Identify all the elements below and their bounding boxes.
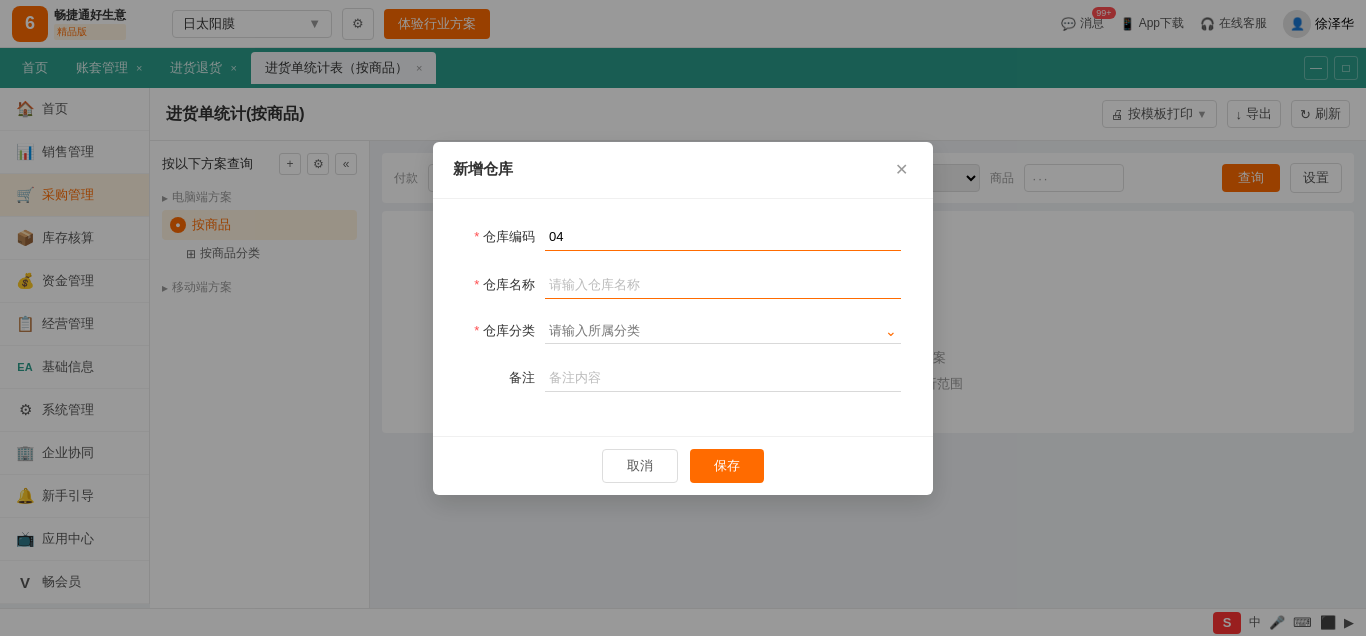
note-label: 备注 — [465, 369, 535, 387]
name-input[interactable] — [545, 271, 901, 299]
cancel-button[interactable]: 取消 — [602, 449, 678, 483]
modal-overlay[interactable]: 新增仓库 ✕ 仓库编码 仓库名称 仓库分类 ⌄ — [0, 0, 1366, 636]
note-input[interactable] — [545, 364, 901, 392]
form-row-code: 仓库编码 — [465, 223, 901, 251]
modal-close-button[interactable]: ✕ — [889, 158, 913, 182]
save-button[interactable]: 保存 — [690, 449, 764, 483]
form-row-note: 备注 — [465, 364, 901, 392]
modal-title: 新增仓库 — [453, 160, 513, 179]
form-row-name: 仓库名称 — [465, 271, 901, 299]
category-select-wrapper[interactable]: ⌄ — [545, 319, 901, 344]
form-row-category: 仓库分类 ⌄ — [465, 319, 901, 344]
name-label: 仓库名称 — [465, 276, 535, 294]
category-input[interactable] — [549, 323, 885, 338]
modal-header: 新增仓库 ✕ — [433, 142, 933, 199]
code-input[interactable] — [545, 223, 901, 251]
code-label: 仓库编码 — [465, 228, 535, 246]
modal-body: 仓库编码 仓库名称 仓库分类 ⌄ 备注 — [433, 199, 933, 436]
add-warehouse-modal: 新增仓库 ✕ 仓库编码 仓库名称 仓库分类 ⌄ — [433, 142, 933, 495]
category-dropdown-icon[interactable]: ⌄ — [885, 323, 897, 339]
modal-footer: 取消 保存 — [433, 436, 933, 495]
category-label: 仓库分类 — [465, 322, 535, 340]
